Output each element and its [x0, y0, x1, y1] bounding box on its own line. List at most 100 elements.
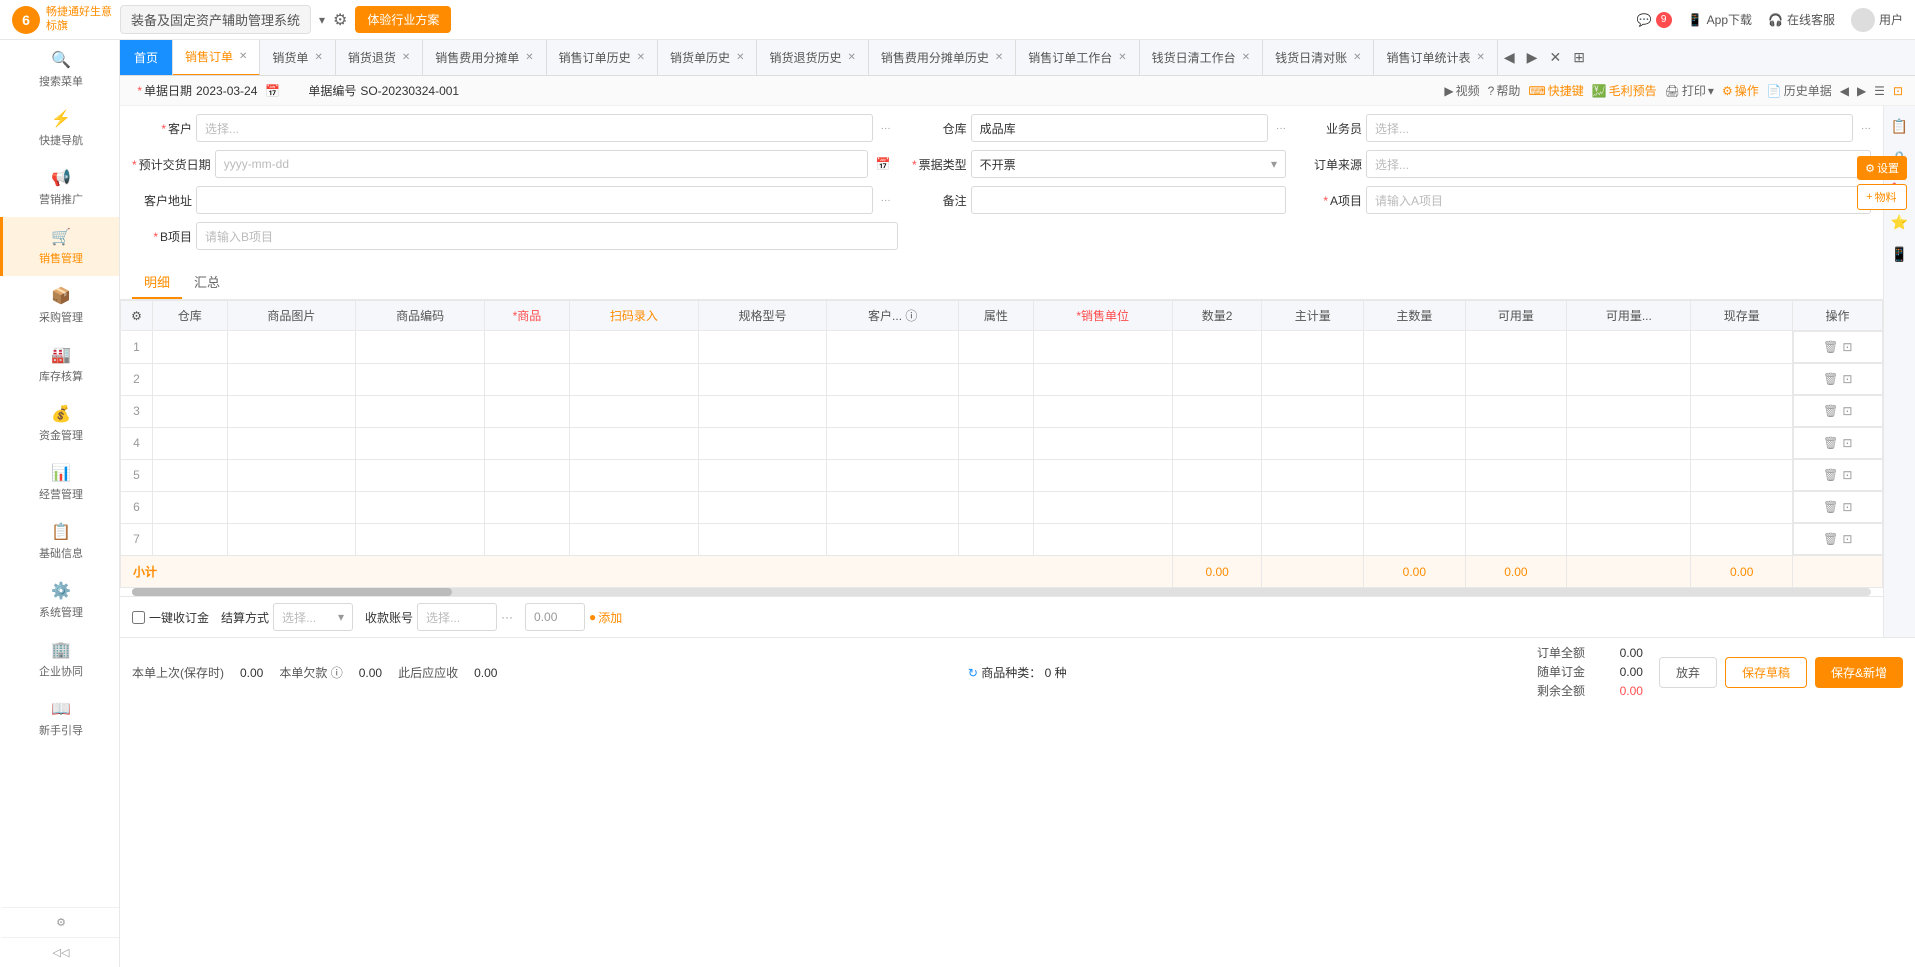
- tab-sales-order-close[interactable]: ✕: [239, 51, 247, 62]
- row-7-warehouse[interactable]: [153, 523, 228, 556]
- row-4-image[interactable]: [227, 427, 356, 459]
- tab-fee-split-history[interactable]: 销售费用分摊单历史 ✕: [869, 40, 1016, 76]
- row-1-warehouse[interactable]: [153, 331, 228, 364]
- tab-home[interactable]: 首页: [120, 40, 173, 76]
- row-4-delete-icon[interactable]: 🗑: [1823, 436, 1838, 450]
- one-click-payment-label[interactable]: 一键收订金: [132, 609, 209, 626]
- row-3-code[interactable]: [356, 395, 485, 427]
- tab-sales-fee-split-close[interactable]: ✕: [525, 52, 533, 63]
- tab-summary[interactable]: 汇总: [182, 266, 232, 299]
- row-5-scan[interactable]: [569, 459, 698, 491]
- row-4-main-qty[interactable]: [1364, 427, 1466, 459]
- row-2-attribute[interactable]: [959, 363, 1034, 395]
- payment-amount-input[interactable]: 0.00: [525, 603, 585, 631]
- tab-order-workbench-close[interactable]: ✕: [1118, 52, 1126, 63]
- row-5-available2[interactable]: [1567, 459, 1691, 491]
- nav-next-btn[interactable]: ▶: [1857, 84, 1866, 98]
- tab-order-workbench[interactable]: 销售订单工作台 ✕: [1016, 40, 1139, 76]
- row-2-available2[interactable]: [1567, 363, 1691, 395]
- row-4-available[interactable]: [1465, 427, 1567, 459]
- row-4-attribute[interactable]: [959, 427, 1034, 459]
- app-download-btn[interactable]: 📱 App下载: [1688, 11, 1752, 28]
- sidebar-item-quick-nav[interactable]: ⚡ 快捷导航: [0, 99, 119, 158]
- row-1-copy-icon[interactable]: ⊡: [1842, 340, 1852, 354]
- row-5-delete-icon[interactable]: 🗑: [1823, 468, 1838, 482]
- row-7-current[interactable]: [1691, 523, 1793, 556]
- row-4-scan[interactable]: [569, 427, 698, 459]
- row-3-current[interactable]: [1691, 395, 1793, 427]
- row-2-delete-icon[interactable]: 🗑: [1823, 372, 1838, 386]
- row-6-product[interactable]: [484, 491, 569, 523]
- history-btn[interactable]: 📄 历史单据: [1767, 82, 1832, 99]
- calendar-icon[interactable]: 📅: [265, 84, 280, 98]
- shortcut-btn[interactable]: ⌨ 快捷键: [1528, 82, 1583, 99]
- row-3-customer-code[interactable]: [827, 395, 959, 427]
- single-amount-info-icon[interactable]: ⓘ: [331, 666, 343, 680]
- row-6-copy-icon[interactable]: ⊡: [1842, 500, 1852, 514]
- tab-cash-daily[interactable]: 钱货日清工作台 ✕: [1140, 40, 1263, 76]
- print-btn[interactable]: 🖨 打印 ▾: [1665, 82, 1714, 99]
- tab-cash-reconcile-close[interactable]: ✕: [1353, 52, 1361, 63]
- row-1-available2[interactable]: [1567, 331, 1691, 364]
- row-4-product[interactable]: [484, 427, 569, 459]
- staff-more-btn[interactable]: ···: [1861, 123, 1871, 134]
- row-1-code[interactable]: [356, 331, 485, 364]
- table-scrollbar[interactable]: [132, 588, 1871, 596]
- row-6-available[interactable]: [1465, 491, 1567, 523]
- payment-method-select[interactable]: 选择... ▾: [273, 603, 353, 631]
- sidebar-item-marketing[interactable]: 📢 营销推广: [0, 158, 119, 217]
- row-7-scan[interactable]: [569, 523, 698, 556]
- tab-sales-fee-split[interactable]: 销售费用分摊单 ✕: [423, 40, 546, 76]
- tab-sales-stats-close[interactable]: ✕: [1477, 52, 1485, 63]
- row-2-current[interactable]: [1691, 363, 1793, 395]
- row-5-attribute[interactable]: [959, 459, 1034, 491]
- add-payment-btn[interactable]: ● 添加: [589, 609, 622, 626]
- row-5-main-unit[interactable]: [1262, 459, 1364, 491]
- row-6-code[interactable]: [356, 491, 485, 523]
- tab-return-hist2[interactable]: 销货退货历史 ✕: [757, 40, 868, 76]
- row-2-qty2[interactable]: [1172, 363, 1262, 395]
- sidebar-item-search[interactable]: 🔍 搜索菜单: [0, 40, 119, 99]
- row-3-main-qty[interactable]: [1364, 395, 1466, 427]
- system-name-display[interactable]: 装备及固定资产辅助管理系统: [120, 5, 311, 34]
- tab-sales-order[interactable]: 销售订单 ✕: [173, 40, 260, 76]
- row-1-unit[interactable]: [1033, 331, 1172, 364]
- row-6-attribute[interactable]: [959, 491, 1034, 523]
- row-2-available[interactable]: [1465, 363, 1567, 395]
- sidebar-item-operations[interactable]: 📊 经营管理: [0, 453, 119, 512]
- row-3-image[interactable]: [227, 395, 356, 427]
- row-3-scan[interactable]: [569, 395, 698, 427]
- sidebar-item-basic-info[interactable]: 📋 基础信息: [0, 512, 119, 571]
- row-2-main-qty[interactable]: [1364, 363, 1466, 395]
- row-6-spec[interactable]: [698, 491, 827, 523]
- row-3-unit[interactable]: [1033, 395, 1172, 427]
- row-7-available2[interactable]: [1567, 523, 1691, 556]
- row-4-copy-icon[interactable]: ⊡: [1842, 436, 1852, 450]
- settings-btn[interactable]: ⚙ 设置: [1857, 156, 1907, 180]
- row-5-current[interactable]: [1691, 459, 1793, 491]
- system-dropdown-icon[interactable]: ▾: [319, 13, 325, 27]
- row-1-main-unit[interactable]: [1262, 331, 1364, 364]
- tab-return-hist2-close[interactable]: ✕: [847, 52, 855, 63]
- row-6-warehouse[interactable]: [153, 491, 228, 523]
- row-2-spec[interactable]: [698, 363, 827, 395]
- row-5-product[interactable]: [484, 459, 569, 491]
- list-view-btn[interactable]: ☰: [1874, 84, 1885, 98]
- row-7-spec[interactable]: [698, 523, 827, 556]
- row-6-main-qty[interactable]: [1364, 491, 1466, 523]
- tab-return-goods-close[interactable]: ✕: [402, 52, 410, 63]
- help-btn[interactable]: ? 帮助: [1488, 82, 1521, 99]
- row-4-code[interactable]: [356, 427, 485, 459]
- row-4-customer-code[interactable]: [827, 427, 959, 459]
- row-1-qty2[interactable]: [1172, 331, 1262, 364]
- print-dropdown-icon[interactable]: ▾: [1708, 84, 1714, 98]
- tab-sales-return[interactable]: 销货单 ✕: [260, 40, 335, 76]
- row-3-warehouse[interactable]: [153, 395, 228, 427]
- row-2-code[interactable]: [356, 363, 485, 395]
- row-6-main-unit[interactable]: [1262, 491, 1364, 523]
- delivery-date-input[interactable]: yyyy-mm-dd: [215, 150, 868, 178]
- row-2-main-unit[interactable]: [1262, 363, 1364, 395]
- sidebar-collapse-btn[interactable]: ⚙: [0, 907, 119, 937]
- row-7-unit[interactable]: [1033, 523, 1172, 556]
- row-3-spec[interactable]: [698, 395, 827, 427]
